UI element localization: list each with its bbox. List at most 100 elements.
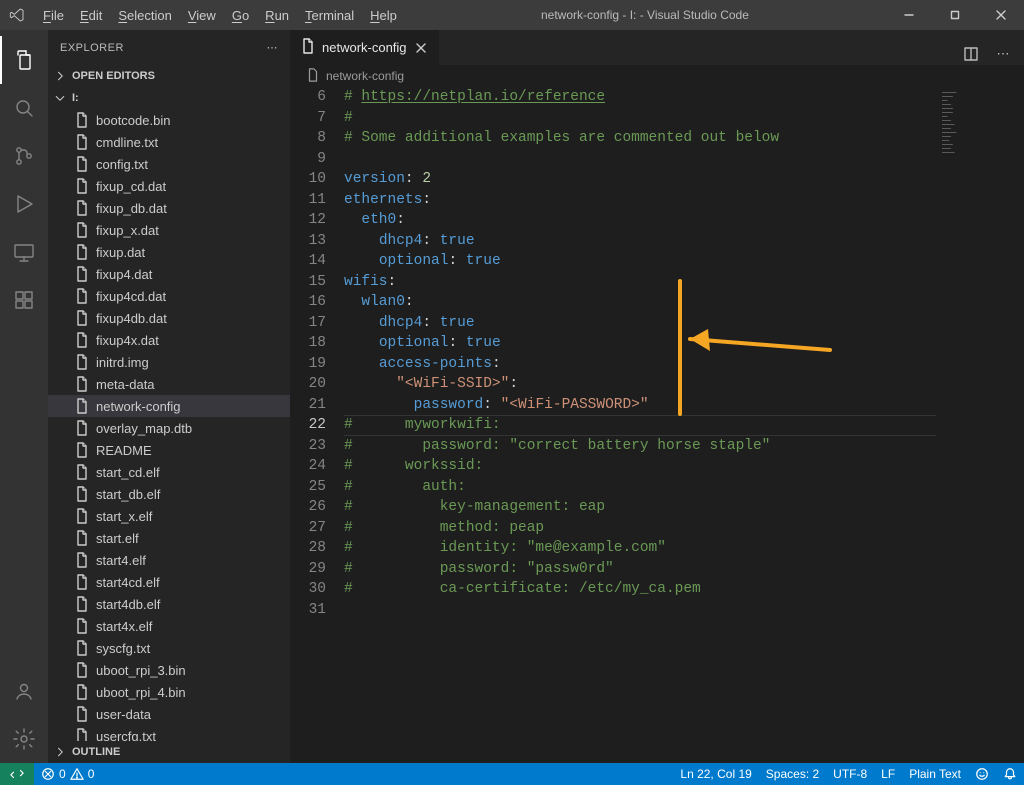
menu-run[interactable]: Run: [258, 4, 296, 27]
indentation-status[interactable]: Spaces: 2: [759, 763, 826, 785]
minimize-button[interactable]: [886, 0, 932, 30]
remote-explorer-icon[interactable]: [0, 228, 48, 276]
maximize-button[interactable]: [932, 0, 978, 30]
explorer-icon[interactable]: [0, 36, 48, 84]
activity-bar: [0, 30, 48, 763]
code-line[interactable]: [344, 149, 1024, 170]
search-icon[interactable]: [0, 84, 48, 132]
extensions-icon[interactable]: [0, 276, 48, 324]
code-line[interactable]: # auth:: [344, 477, 1024, 498]
feedback-icon[interactable]: [968, 763, 996, 785]
file-item[interactable]: config.txt: [48, 153, 290, 175]
code-line[interactable]: wifis:: [344, 272, 1024, 293]
file-item[interactable]: syscfg.txt: [48, 637, 290, 659]
menu-edit[interactable]: Edit: [73, 4, 109, 27]
file-icon: [74, 332, 90, 348]
language-mode[interactable]: Plain Text: [902, 763, 968, 785]
file-item[interactable]: fixup_x.dat: [48, 219, 290, 241]
open-editors-section[interactable]: OPEN EDITORS: [48, 65, 290, 87]
notifications-icon[interactable]: [996, 763, 1024, 785]
eol-status[interactable]: LF: [874, 763, 902, 785]
close-button[interactable]: [978, 0, 1024, 30]
file-item[interactable]: uboot_rpi_3.bin: [48, 659, 290, 681]
account-icon[interactable]: [0, 667, 48, 715]
minimap[interactable]: ▬▬▬▬▬▬▬▬▬▬▬▬▬▬▬▬▬▬▬▬▬▬▬▬▬▬▬▬▬▬▬▬▬▬▬▬▬▬▬▬…: [936, 87, 1024, 763]
code-line[interactable]: dhcp4: true: [344, 313, 1024, 334]
code-line[interactable]: wlan0:: [344, 292, 1024, 313]
window-title: network-config - I: - Visual Studio Code: [404, 8, 886, 22]
file-item[interactable]: start_db.elf: [48, 483, 290, 505]
code-line[interactable]: #: [344, 108, 1024, 129]
code-line[interactable]: password: "<WiFi-PASSWORD>": [344, 395, 1024, 416]
settings-gear-icon[interactable]: [0, 715, 48, 763]
code-line[interactable]: version: 2: [344, 169, 1024, 190]
file-item[interactable]: bootcode.bin: [48, 109, 290, 131]
code-line[interactable]: # password: "passw0rd": [344, 559, 1024, 580]
code-line[interactable]: # ca-certificate: /etc/my_ca.pem: [344, 579, 1024, 600]
code-editor[interactable]: 6789101112131415161718192021222324252627…: [290, 87, 1024, 763]
problems-indicator[interactable]: 0 0: [34, 763, 101, 785]
explorer-more-icon[interactable]: ⋯: [267, 41, 279, 54]
run-debug-icon[interactable]: [0, 180, 48, 228]
file-item[interactable]: fixup4cd.dat: [48, 285, 290, 307]
menu-file[interactable]: File: [36, 4, 71, 27]
code-line[interactable]: optional: true: [344, 333, 1024, 354]
code-line[interactable]: "<WiFi-SSID>":: [344, 374, 1024, 395]
code-line[interactable]: [344, 600, 1024, 621]
code-line[interactable]: eth0:: [344, 210, 1024, 231]
file-item[interactable]: overlay_map.dtb: [48, 417, 290, 439]
file-item[interactable]: start4.elf: [48, 549, 290, 571]
code-line[interactable]: # Some additional examples are commented…: [344, 128, 1024, 149]
code-line[interactable]: # identity: "me@example.com": [344, 538, 1024, 559]
file-item[interactable]: network-config: [48, 395, 290, 417]
file-item[interactable]: user-data: [48, 703, 290, 725]
menu-help[interactable]: Help: [363, 4, 404, 27]
file-item[interactable]: fixup4x.dat: [48, 329, 290, 351]
code-line[interactable]: optional: true: [344, 251, 1024, 272]
file-item[interactable]: uboot_rpi_4.bin: [48, 681, 290, 703]
file-item[interactable]: start_x.elf: [48, 505, 290, 527]
code-line[interactable]: ethernets:: [344, 190, 1024, 211]
file-item[interactable]: fixup.dat: [48, 241, 290, 263]
remote-indicator[interactable]: [0, 763, 34, 785]
code-line[interactable]: # https://netplan.io/reference: [344, 87, 1024, 108]
file-label: start_x.elf: [96, 509, 152, 524]
code-line[interactable]: dhcp4: true: [344, 231, 1024, 252]
tab-close-icon[interactable]: [413, 40, 429, 56]
file-item[interactable]: start4db.elf: [48, 593, 290, 615]
file-item[interactable]: fixup4.dat: [48, 263, 290, 285]
file-item[interactable]: fixup_cd.dat: [48, 175, 290, 197]
file-item[interactable]: README: [48, 439, 290, 461]
split-editor-icon[interactable]: [960, 43, 982, 65]
menu-view[interactable]: View: [181, 4, 223, 27]
code-content[interactable]: ▬▬▬▬▬▬▬▬▬▬▬▬▬▬▬▬▬▬▬▬▬▬▬▬▬▬▬▬▬▬▬▬▬▬▬▬▬▬▬▬…: [344, 87, 1024, 763]
outline-section[interactable]: OUTLINE: [48, 741, 290, 763]
editor-more-icon[interactable]: ⋯: [992, 43, 1014, 65]
tab-label: network-config: [322, 40, 407, 55]
file-item[interactable]: start4x.elf: [48, 615, 290, 637]
encoding-status[interactable]: UTF-8: [826, 763, 874, 785]
source-control-icon[interactable]: [0, 132, 48, 180]
file-item[interactable]: fixup4db.dat: [48, 307, 290, 329]
menu-selection[interactable]: Selection: [111, 4, 178, 27]
file-item[interactable]: start.elf: [48, 527, 290, 549]
folder-root-section[interactable]: I:: [48, 87, 290, 109]
menu-terminal[interactable]: Terminal: [298, 4, 361, 27]
file-item[interactable]: fixup_db.dat: [48, 197, 290, 219]
file-item[interactable]: meta-data: [48, 373, 290, 395]
cursor-position[interactable]: Ln 22, Col 19: [673, 763, 758, 785]
file-item[interactable]: cmdline.txt: [48, 131, 290, 153]
code-line[interactable]: access-points:: [344, 354, 1024, 375]
file-item[interactable]: initrd.img: [48, 351, 290, 373]
code-line[interactable]: # password: "correct battery horse stapl…: [344, 436, 1024, 457]
file-item[interactable]: usercfg.txt: [48, 725, 290, 741]
tab-network-config[interactable]: network-config: [290, 30, 440, 65]
breadcrumb[interactable]: network-config: [290, 65, 1024, 87]
code-line[interactable]: # key-management: eap: [344, 497, 1024, 518]
menu-go[interactable]: Go: [225, 4, 256, 27]
file-item[interactable]: start4cd.elf: [48, 571, 290, 593]
code-line[interactable]: # workssid:: [344, 456, 1024, 477]
file-label: start_cd.elf: [96, 465, 160, 480]
code-line[interactable]: # method: peap: [344, 518, 1024, 539]
file-item[interactable]: start_cd.elf: [48, 461, 290, 483]
